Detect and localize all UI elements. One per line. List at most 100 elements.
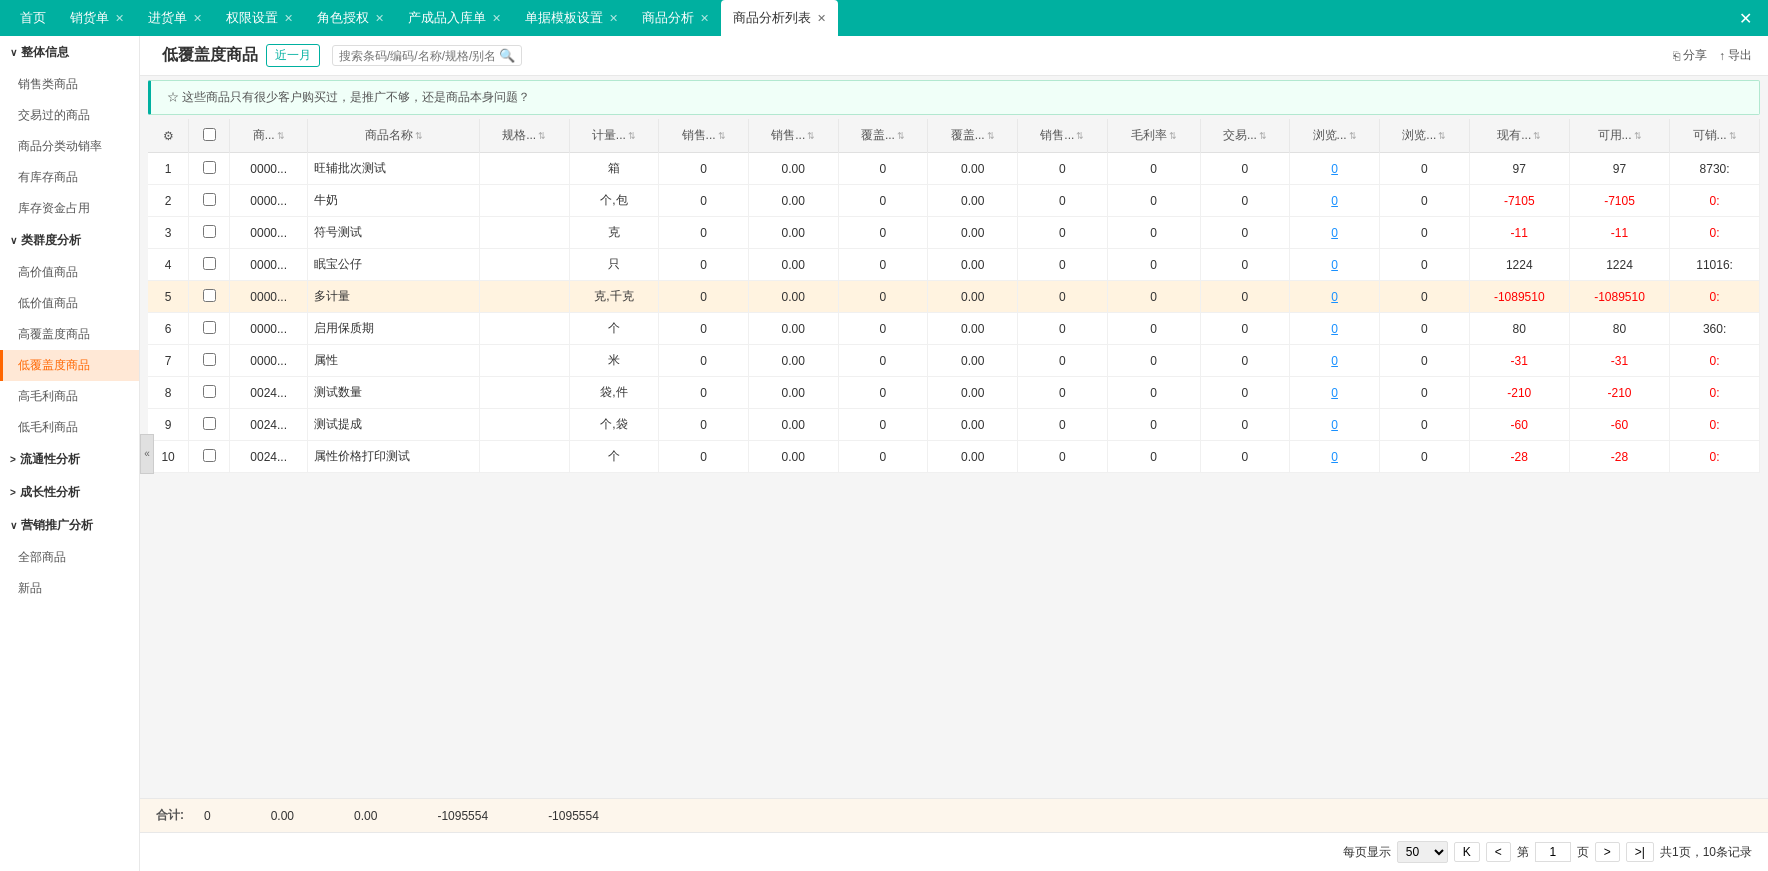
view-link[interactable]: 0 — [1331, 194, 1338, 208]
row-checkbox[interactable] — [189, 217, 230, 249]
page-number-input[interactable] — [1535, 842, 1571, 862]
row-checkbox[interactable] — [189, 409, 230, 441]
row-checkbox[interactable] — [189, 185, 230, 217]
sidebar-collapse-button[interactable]: « — [140, 434, 154, 474]
view-link[interactable]: 0 — [1331, 354, 1338, 368]
nav-close-icon[interactable]: ✕ — [284, 12, 293, 25]
row-view-a[interactable]: 0 — [1290, 313, 1380, 345]
cover-a-column-header[interactable]: 覆盖...⇅ — [838, 119, 928, 153]
view-link[interactable]: 0 — [1331, 450, 1338, 464]
checkbox-column-header[interactable] — [189, 119, 230, 153]
sidebar-section-overview[interactable]: ∨ 整体信息 — [0, 36, 139, 69]
nav-product-analysis[interactable]: 商品分析 ✕ — [630, 0, 721, 36]
share-button[interactable]: ⎗ 分享 — [1673, 47, 1707, 64]
sidebar-section-marketing-analysis[interactable]: ∨ 营销推广分析 — [0, 509, 139, 542]
nav-purchase-order[interactable]: 进货单 ✕ — [136, 0, 214, 36]
sidebar-item-high-margin[interactable]: 高毛利商品 — [0, 381, 139, 412]
filter-recent-month-button[interactable]: 近一月 — [266, 44, 320, 67]
sale-c-column-header[interactable]: 销售...⇅ — [1018, 119, 1108, 153]
nav-sales-order[interactable]: 销货单 ✕ — [58, 0, 136, 36]
page-size-select[interactable]: 50 20 100 — [1397, 841, 1448, 863]
sidebar-item-inventory-capital[interactable]: 库存资金占用 — [0, 193, 139, 224]
nav-close-icon[interactable]: ✕ — [193, 12, 202, 25]
nav-close-icon[interactable]: ✕ — [700, 12, 709, 25]
sale-qty-column-header[interactable]: 销售...⇅ — [659, 119, 749, 153]
view-link[interactable]: 0 — [1331, 322, 1338, 336]
sidebar-item-traded-goods[interactable]: 交易过的商品 — [0, 100, 139, 131]
settings-icon[interactable]: ⚙ — [163, 129, 174, 143]
row-gross-rate: 0 — [1107, 377, 1200, 409]
avail-stock-column-header[interactable]: 可用...⇅ — [1569, 119, 1669, 153]
gross-rate-column-header[interactable]: 毛利率⇅ — [1107, 119, 1200, 153]
trade-count-column-header[interactable]: 交易...⇅ — [1200, 119, 1290, 153]
view-b-column-header[interactable]: 浏览...⇅ — [1379, 119, 1469, 153]
sidebar-item-low-coverage[interactable]: 低覆盖度商品 — [0, 350, 139, 381]
nav-home[interactable]: 首页 — [8, 0, 58, 36]
sidebar-section-flow-analysis[interactable]: > 流通性分析 — [0, 443, 139, 476]
sidebar-item-all-goods[interactable]: 全部商品 — [0, 542, 139, 573]
row-checkbox[interactable] — [189, 249, 230, 281]
row-checkbox[interactable] — [189, 441, 230, 473]
sidebar-item-low-margin[interactable]: 低毛利商品 — [0, 412, 139, 443]
name-column-header[interactable]: 商品名称⇅ — [308, 119, 480, 153]
sidebar-section-growth-analysis[interactable]: > 成长性分析 — [0, 476, 139, 509]
view-link[interactable]: 0 — [1331, 386, 1338, 400]
row-view-a[interactable]: 0 — [1290, 281, 1380, 313]
row-view-a[interactable]: 0 — [1290, 217, 1380, 249]
nav-template-settings[interactable]: 单据模板设置 ✕ — [513, 0, 630, 36]
nav-close-icon[interactable]: ✕ — [492, 12, 501, 25]
select-all-checkbox[interactable] — [203, 128, 216, 141]
row-checkbox[interactable] — [189, 377, 230, 409]
search-icon[interactable]: 🔍 — [499, 48, 515, 63]
row-view-a[interactable]: 0 — [1290, 345, 1380, 377]
sidebar-item-sales-goods[interactable]: 销售类商品 — [0, 69, 139, 100]
row-checkbox[interactable] — [189, 345, 230, 377]
nav-close-icon[interactable]: ✕ — [609, 12, 618, 25]
nav-close-icon[interactable]: ✕ — [115, 12, 124, 25]
sidebar-section-cluster-analysis[interactable]: ∨ 类群度分析 — [0, 224, 139, 257]
row-view-a[interactable]: 0 — [1290, 377, 1380, 409]
view-link[interactable]: 0 — [1331, 418, 1338, 432]
close-all-tabs-button[interactable]: ✕ — [1731, 9, 1760, 28]
last-page-button[interactable]: >| — [1626, 842, 1654, 862]
sale-amt-column-header[interactable]: 销售...⇅ — [748, 119, 838, 153]
row-view-a[interactable]: 0 — [1290, 153, 1380, 185]
sale-stock-column-header[interactable]: 可销...⇅ — [1670, 119, 1760, 153]
settings-column-header[interactable]: ⚙ — [148, 119, 189, 153]
row-checkbox[interactable] — [189, 281, 230, 313]
row-view-a[interactable]: 0 — [1290, 441, 1380, 473]
code-column-header[interactable]: 商...⇅ — [230, 119, 308, 153]
view-link[interactable]: 0 — [1331, 162, 1338, 176]
sidebar-item-stocked-goods[interactable]: 有库存商品 — [0, 162, 139, 193]
nav-role-auth[interactable]: 角色授权 ✕ — [305, 0, 396, 36]
row-view-a[interactable]: 0 — [1290, 409, 1380, 441]
row-view-a[interactable]: 0 — [1290, 185, 1380, 217]
prev-page-button[interactable]: < — [1486, 842, 1511, 862]
sidebar-item-category-turnover[interactable]: 商品分类动销率 — [0, 131, 139, 162]
row-view-a[interactable]: 0 — [1290, 249, 1380, 281]
export-button[interactable]: ↑ 导出 — [1719, 47, 1752, 64]
nav-product-analysis-list[interactable]: 商品分析列表 ✕ — [721, 0, 838, 36]
row-avail-stock: -28 — [1569, 441, 1669, 473]
search-input[interactable] — [339, 49, 499, 63]
view-a-column-header[interactable]: 浏览...⇅ — [1290, 119, 1380, 153]
spec-column-header[interactable]: 规格...⇅ — [479, 119, 569, 153]
view-link[interactable]: 0 — [1331, 290, 1338, 304]
nav-close-icon[interactable]: ✕ — [375, 12, 384, 25]
nav-product-entry[interactable]: 产成品入库单 ✕ — [396, 0, 513, 36]
first-page-button[interactable]: K — [1454, 842, 1480, 862]
sidebar-item-low-value[interactable]: 低价值商品 — [0, 288, 139, 319]
sidebar-item-high-coverage[interactable]: 高覆盖度商品 — [0, 319, 139, 350]
sidebar-item-high-value[interactable]: 高价值商品 — [0, 257, 139, 288]
row-checkbox[interactable] — [189, 153, 230, 185]
next-page-button[interactable]: > — [1595, 842, 1620, 862]
view-link[interactable]: 0 — [1331, 258, 1338, 272]
sidebar-item-new-goods[interactable]: 新品 — [0, 573, 139, 604]
nav-permission-settings[interactable]: 权限设置 ✕ — [214, 0, 305, 36]
unit-column-header[interactable]: 计量...⇅ — [569, 119, 659, 153]
view-link[interactable]: 0 — [1331, 226, 1338, 240]
current-stock-column-header[interactable]: 现有...⇅ — [1469, 119, 1569, 153]
row-checkbox[interactable] — [189, 313, 230, 345]
cover-b-column-header[interactable]: 覆盖...⇅ — [928, 119, 1018, 153]
nav-close-icon[interactable]: ✕ — [817, 12, 826, 25]
